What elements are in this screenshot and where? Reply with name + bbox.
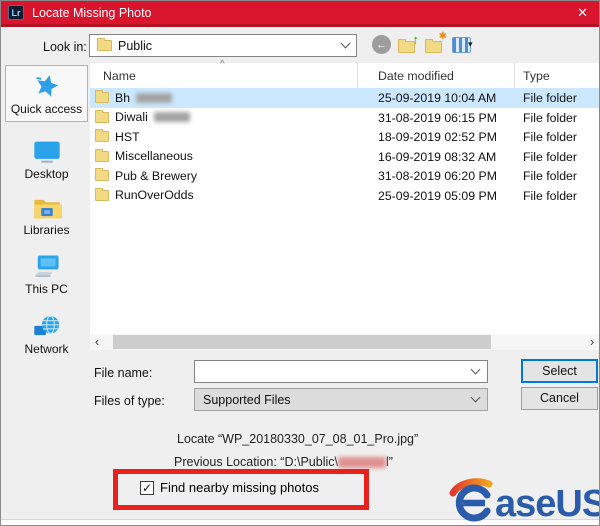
find-nearby-checkbox-row[interactable]: ✓ Find nearby missing photos bbox=[140, 480, 319, 495]
type-cell: File folder bbox=[523, 188, 577, 203]
file-row[interactable]: HST 18-09-2019 02:52 PM File folder bbox=[90, 127, 599, 147]
horizontal-scrollbar[interactable]: ‹ › bbox=[90, 334, 599, 350]
dialog-title: Locate Missing Photo bbox=[32, 5, 152, 20]
lightroom-app-icon: Lr bbox=[8, 5, 24, 20]
column-header-date-modified[interactable]: Date modified bbox=[378, 69, 454, 83]
files-of-type-dropdown[interactable]: Supported Files bbox=[194, 388, 488, 411]
previous-location-text: Previous Location: “D:\Public\ l” bbox=[174, 455, 393, 469]
folder-icon bbox=[95, 90, 109, 104]
files-of-type-value: Supported Files bbox=[203, 392, 291, 407]
file-name-cell: Miscellaneous bbox=[95, 147, 193, 167]
look-in-label: Look in: bbox=[43, 40, 87, 54]
column-divider bbox=[514, 63, 515, 88]
redacted-text bbox=[337, 457, 386, 469]
redacted-text bbox=[153, 112, 190, 123]
file-row[interactable]: RunOverOdds 25-09-2019 05:09 PM File folde… bbox=[90, 186, 599, 206]
folder-icon bbox=[95, 187, 109, 201]
this-pc-icon bbox=[34, 255, 59, 277]
locate-file-text: Locate “WP_20180330_07_08_01_Pro.jpg” bbox=[177, 432, 419, 446]
chevron-down-icon bbox=[470, 392, 481, 403]
file-row[interactable]: Miscellaneous 16-09-2019 08:32 AM File fol… bbox=[90, 147, 599, 167]
sort-ascending-icon: ^ bbox=[220, 59, 225, 70]
sidebar-item-quick-access[interactable]: Quick access bbox=[5, 65, 88, 122]
date-modified-cell: 25-09-2019 10:04 AM bbox=[378, 91, 497, 105]
easeus-logo-icon: aseUS bbox=[449, 478, 600, 525]
column-divider bbox=[357, 63, 358, 88]
file-name-cell: Pub & Brewery bbox=[95, 166, 197, 186]
file-name-input[interactable] bbox=[194, 360, 488, 383]
look-in-dropdown[interactable]: Public bbox=[89, 34, 357, 57]
column-header-type[interactable]: Type bbox=[523, 69, 550, 83]
back-icon[interactable]: ← bbox=[372, 35, 391, 54]
view-menu-icon[interactable]: ▾ bbox=[452, 36, 482, 54]
folder-icon bbox=[95, 168, 109, 182]
select-button[interactable]: Select bbox=[521, 359, 598, 383]
file-name-label: File name: bbox=[94, 366, 153, 380]
scroll-left-icon[interactable]: ‹ bbox=[90, 335, 104, 349]
desktop-monitor-icon bbox=[33, 141, 60, 163]
network-globe-icon bbox=[33, 315, 59, 336]
folder-icon bbox=[95, 109, 109, 123]
chevron-down-icon bbox=[470, 364, 481, 375]
sidebar-item-network[interactable]: Network bbox=[5, 313, 88, 356]
brand-text: aseUS bbox=[495, 483, 600, 523]
up-one-level-icon[interactable]: ↑ bbox=[398, 32, 419, 54]
close-icon[interactable]: ✕ bbox=[577, 5, 588, 21]
checkbox-checked-icon[interactable]: ✓ bbox=[140, 480, 154, 495]
date-modified-cell: 18-09-2019 02:52 PM bbox=[378, 130, 497, 144]
current-folder: Public bbox=[118, 38, 153, 53]
date-modified-cell: 31-08-2019 06:15 PM bbox=[378, 110, 497, 125]
sidebar-item-libraries[interactable]: Libraries bbox=[5, 195, 88, 237]
file-row[interactable]: Diwali 31-08-2019 06:15 PM File folder bbox=[90, 108, 599, 128]
file-row[interactable]: Bh 25-09-2019 10:04 AM File folder bbox=[90, 88, 599, 108]
file-name-cell: RunOverOdds bbox=[95, 186, 194, 206]
date-modified-cell: 25-09-2019 05:09 PM bbox=[378, 188, 497, 203]
date-modified-cell: 31-08-2019 06:20 PM bbox=[378, 169, 497, 183]
type-cell: File folder bbox=[523, 169, 577, 183]
libraries-folder-icon bbox=[33, 199, 62, 219]
sidebar-item-this-pc[interactable]: This PC bbox=[5, 253, 88, 296]
chevron-down-icon bbox=[340, 38, 351, 49]
scroll-right-icon[interactable]: › bbox=[585, 335, 599, 349]
title-bar: Lr Locate Missing Photo ✕ bbox=[1, 1, 599, 27]
file-name-cell: HST bbox=[95, 127, 140, 147]
folder-icon bbox=[95, 148, 109, 162]
locate-missing-photo-dialog: Lr Locate Missing Photo ✕ Look in: Publi… bbox=[0, 0, 600, 526]
type-cell: File folder bbox=[523, 149, 577, 164]
find-nearby-checkbox-label: Find nearby missing photos bbox=[160, 480, 319, 495]
folder-icon bbox=[97, 38, 112, 51]
new-folder-icon[interactable]: ✱ bbox=[425, 31, 447, 54]
redacted-text bbox=[136, 92, 173, 103]
column-header-name[interactable]: Name bbox=[103, 69, 136, 83]
quick-access-star-icon bbox=[35, 75, 58, 97]
places-sidebar: Quick access Desktop Libraries This PC N… bbox=[5, 63, 88, 423]
type-cell: File folder bbox=[523, 110, 577, 125]
files-of-type-label: Files of type: bbox=[94, 394, 165, 408]
file-row[interactable]: Pub & Brewery 31-08-2019 06:20 PM File fol… bbox=[90, 166, 599, 186]
type-cell: File folder bbox=[523, 130, 577, 144]
file-name-cell: Bh bbox=[95, 88, 173, 108]
file-name-cell: Diwali bbox=[95, 108, 190, 128]
file-list-pane: ^ Name Date modified Type Bh 25-09-2019 1… bbox=[90, 59, 599, 350]
folder-icon bbox=[95, 129, 109, 143]
file-rows: Bh 25-09-2019 10:04 AM File folder Diwali 31… bbox=[90, 88, 599, 205]
type-cell: File folder bbox=[523, 91, 577, 105]
easeus-watermark-logo: aseUS bbox=[449, 467, 600, 525]
cancel-button[interactable]: Cancel bbox=[521, 387, 598, 410]
view-menu-caret-icon: ▾ bbox=[468, 39, 473, 49]
scrollbar-thumb[interactable] bbox=[113, 335, 491, 349]
date-modified-cell: 16-09-2019 08:32 AM bbox=[378, 149, 497, 164]
list-header: ^ Name Date modified Type bbox=[90, 59, 599, 88]
sidebar-item-desktop[interactable]: Desktop bbox=[5, 139, 88, 181]
